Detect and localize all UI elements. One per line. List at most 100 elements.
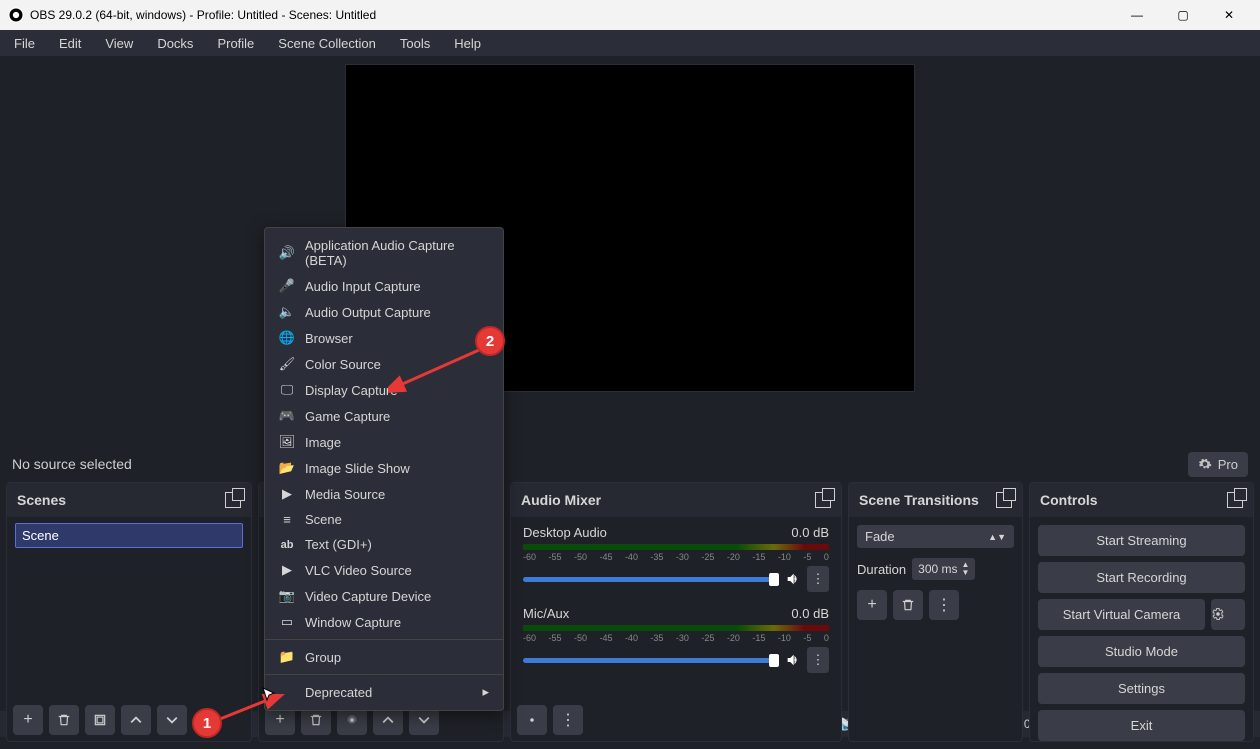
- brush-icon: 🖌: [279, 356, 295, 372]
- menu-scene[interactable]: ≡Scene: [265, 507, 503, 532]
- menubar: File Edit View Docks Profile Scene Colle…: [0, 30, 1260, 56]
- channel-menu-button[interactable]: ⋮: [807, 647, 829, 673]
- list-icon: ≡: [279, 512, 295, 527]
- maximize-button[interactable]: ▢: [1160, 0, 1206, 30]
- obs-app-icon: [8, 7, 24, 23]
- start-virtual-camera-button[interactable]: Start Virtual Camera: [1038, 599, 1205, 630]
- transition-menu-button[interactable]: ⋮: [929, 590, 959, 620]
- menu-vlc-source[interactable]: ▶VLC Video Source: [265, 557, 503, 583]
- folder-icon: 📂: [279, 460, 295, 476]
- channel-level: 0.0 dB: [791, 606, 829, 621]
- popout-icon[interactable]: [225, 492, 241, 508]
- scenes-title: Scenes: [17, 492, 66, 508]
- popout-icon[interactable]: [996, 492, 1012, 508]
- mixer-title: Audio Mixer: [521, 492, 601, 508]
- play-icon: ▶: [279, 486, 295, 502]
- menu-separator: [265, 674, 503, 675]
- add-source-context-menu: 🔊Application Audio Capture (BETA) 🎤Audio…: [264, 227, 504, 711]
- menu-docks[interactable]: Docks: [147, 33, 203, 54]
- controls-title: Controls: [1040, 492, 1098, 508]
- folder-icon: 📁: [279, 649, 295, 665]
- menu-video-capture-device[interactable]: 📷Video Capture Device: [265, 583, 503, 609]
- virtual-camera-settings-button[interactable]: [1211, 599, 1245, 630]
- mixer-toolbar: ⋮: [517, 705, 583, 735]
- studio-mode-button[interactable]: Studio Mode: [1038, 636, 1245, 667]
- settings-button[interactable]: Settings: [1038, 673, 1245, 704]
- mixer-menu-button[interactable]: ⋮: [553, 705, 583, 735]
- menu-edit[interactable]: Edit: [49, 33, 91, 54]
- close-button[interactable]: ✕: [1206, 0, 1252, 30]
- vu-meter: [523, 625, 829, 631]
- properties-button[interactable]: Pro: [1188, 452, 1248, 477]
- remove-scene-button[interactable]: [49, 705, 79, 735]
- vu-meter: [523, 544, 829, 550]
- start-streaming-button[interactable]: Start Streaming: [1038, 525, 1245, 556]
- chevron-right-icon: ▸: [482, 684, 489, 700]
- menu-media-source[interactable]: ▶Media Source: [265, 481, 503, 507]
- duration-label: Duration: [857, 562, 906, 577]
- window-icon: ▭: [279, 614, 295, 630]
- camera-icon: 📷: [279, 588, 295, 604]
- audio-mixer-panel: Audio Mixer Desktop Audio 0.0 dB -60-55-…: [510, 482, 842, 742]
- globe-icon: 🌐: [279, 330, 295, 346]
- scene-up-button[interactable]: [121, 705, 151, 735]
- menu-view[interactable]: View: [95, 33, 143, 54]
- popout-icon[interactable]: [1227, 492, 1243, 508]
- titlebar: OBS 29.0.2 (64-bit, windows) - Profile: …: [0, 0, 1260, 30]
- annotation-badge-1: 1: [192, 708, 222, 738]
- menu-game-capture[interactable]: 🎮Game Capture: [265, 403, 503, 429]
- menu-window-capture[interactable]: ▭Window Capture: [265, 609, 503, 635]
- mixer-channel-mic: Mic/Aux 0.0 dB -60-55-50-45-40-35-30-25-…: [523, 606, 829, 673]
- menu-tools[interactable]: Tools: [390, 33, 440, 54]
- speaker-icon[interactable]: [785, 652, 801, 668]
- menu-image[interactable]: 🖼Image: [265, 429, 503, 455]
- menu-file[interactable]: File: [4, 33, 45, 54]
- menu-profile[interactable]: Profile: [207, 33, 264, 54]
- channel-name: Desktop Audio: [523, 525, 607, 540]
- scene-item[interactable]: Scene: [15, 523, 243, 548]
- volume-slider[interactable]: [523, 658, 779, 663]
- cursor-icon: [261, 686, 277, 702]
- menu-deprecated[interactable]: Deprecated▸: [265, 679, 503, 705]
- start-recording-button[interactable]: Start Recording: [1038, 562, 1245, 593]
- annotation-badge-2: 2: [475, 326, 505, 356]
- volume-slider[interactable]: [523, 577, 779, 582]
- minimize-button[interactable]: —: [1114, 0, 1160, 30]
- channel-name: Mic/Aux: [523, 606, 569, 621]
- image-icon: 🖼: [279, 434, 295, 450]
- controls-panel: Controls Start Streaming Start Recording…: [1029, 482, 1254, 742]
- menu-text-gdi[interactable]: abText (GDI+): [265, 532, 503, 557]
- add-scene-button[interactable]: +: [13, 705, 43, 735]
- menu-audio-output-capture[interactable]: 🔈Audio Output Capture: [265, 299, 503, 325]
- mic-icon: 🎤: [279, 278, 295, 294]
- speaker-icon[interactable]: [785, 571, 801, 587]
- menu-scene-collection[interactable]: Scene Collection: [268, 33, 386, 54]
- channel-level: 0.0 dB: [791, 525, 829, 540]
- text-icon: ab: [279, 539, 295, 551]
- meter-ticks: -60-55-50-45-40-35-30-25-20-15-10-50: [523, 633, 829, 643]
- transition-select[interactable]: Fade ▲▼: [857, 525, 1014, 548]
- channel-menu-button[interactable]: ⋮: [807, 566, 829, 592]
- no-source-label: No source selected: [12, 456, 132, 472]
- menu-audio-input-capture[interactable]: 🎤Audio Input Capture: [265, 273, 503, 299]
- monitor-icon: 🖵: [279, 382, 295, 398]
- preview-area: [0, 56, 1260, 446]
- play-icon: ▶: [279, 562, 295, 578]
- remove-transition-button[interactable]: [893, 590, 923, 620]
- mixer-settings-button[interactable]: [517, 705, 547, 735]
- exit-button[interactable]: Exit: [1038, 710, 1245, 741]
- scene-down-button[interactable]: [157, 705, 187, 735]
- add-transition-button[interactable]: +: [857, 590, 887, 620]
- menu-help[interactable]: Help: [444, 33, 491, 54]
- app-audio-icon: 🔊: [279, 245, 295, 261]
- transitions-panel: Scene Transitions Fade ▲▼ Duration 300 m…: [848, 482, 1023, 742]
- menu-app-audio-capture[interactable]: 🔊Application Audio Capture (BETA): [265, 233, 503, 273]
- menu-image-slide-show[interactable]: 📂Image Slide Show: [265, 455, 503, 481]
- gamepad-icon: 🎮: [279, 408, 295, 424]
- menu-group[interactable]: 📁Group: [265, 644, 503, 670]
- scene-filters-button[interactable]: [85, 705, 115, 735]
- mixer-channel-desktop: Desktop Audio 0.0 dB -60-55-50-45-40-35-…: [523, 525, 829, 592]
- window-title: OBS 29.0.2 (64-bit, windows) - Profile: …: [30, 8, 1114, 22]
- duration-input[interactable]: 300 ms ▲▼: [912, 558, 975, 580]
- popout-icon[interactable]: [815, 492, 831, 508]
